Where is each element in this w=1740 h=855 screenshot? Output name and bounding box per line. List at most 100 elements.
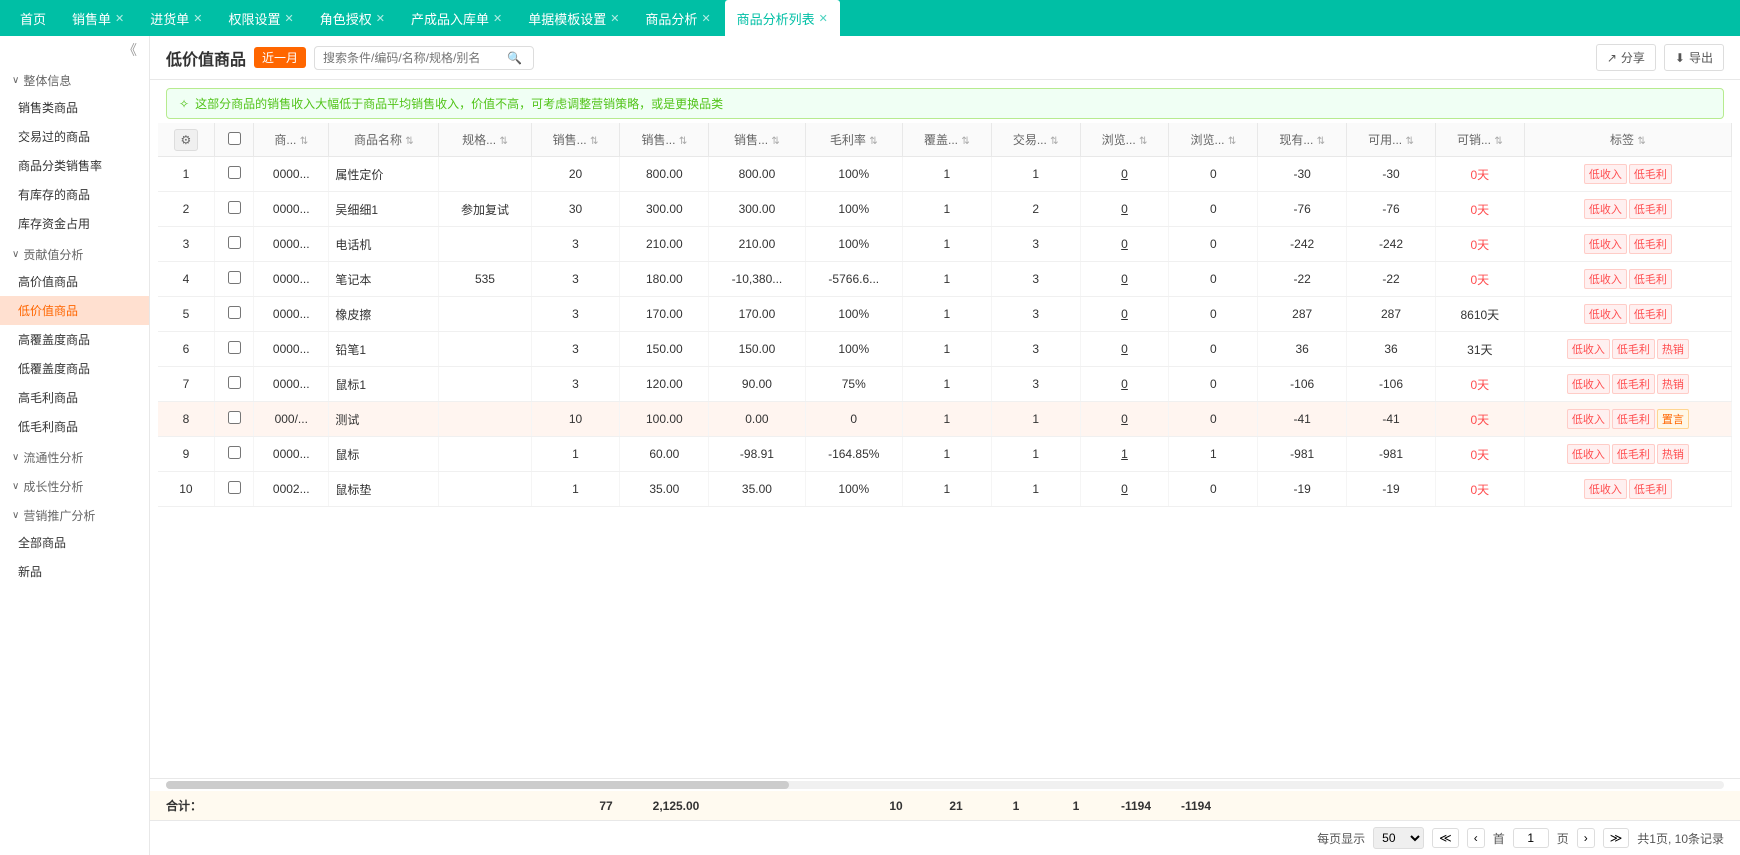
row-checkbox[interactable]: [228, 481, 241, 494]
search-input[interactable]: [323, 51, 503, 65]
select-all-checkbox[interactable]: [228, 132, 241, 145]
th-avail[interactable]: 可用... ⇅: [1347, 123, 1436, 157]
cell-avail: -41: [1347, 402, 1436, 437]
sidebar-item-全部商品[interactable]: 全部商品: [0, 528, 149, 557]
nav-tab-进货单[interactable]: 进货单✕: [138, 0, 214, 36]
per-page-select[interactable]: 50 100 200: [1373, 827, 1424, 849]
sidebar-group-贡献值分析[interactable]: ∨贡献值分析: [0, 238, 149, 267]
nav-tab-商品分析[interactable]: 商品分析✕: [633, 0, 722, 36]
first-page-btn[interactable]: ≪: [1432, 828, 1459, 848]
nav-tab-商品分析列表[interactable]: 商品分析列表✕: [725, 0, 840, 36]
cell-view1[interactable]: 0: [1080, 367, 1169, 402]
table-wrapper[interactable]: ⚙ 商... ⇅ 商品名称 ⇅ 规格... ⇅ 销售... ⇅ 销售... ⇅ …: [150, 123, 1740, 778]
cell-check[interactable]: [214, 437, 253, 472]
sidebar-item-交易过的商品[interactable]: 交易过的商品: [0, 122, 149, 151]
th-spec[interactable]: 规格... ⇅: [439, 123, 531, 157]
nav-tab-角色授权[interactable]: 角色授权✕: [308, 0, 397, 36]
cell-view1[interactable]: 0: [1080, 332, 1169, 367]
share-button[interactable]: ↗ 分享: [1596, 44, 1656, 71]
nav-tab-产成品入库单[interactable]: 产成品入库单✕: [399, 0, 514, 36]
page-input[interactable]: [1513, 828, 1549, 848]
th-gear[interactable]: ⚙: [158, 123, 214, 157]
tab-close-icon[interactable]: ✕: [819, 12, 828, 25]
th-stock[interactable]: 现有... ⇅: [1258, 123, 1347, 157]
prev-page-btn[interactable]: ‹: [1467, 828, 1485, 848]
nav-tab-销售单[interactable]: 销售单✕: [60, 0, 136, 36]
th-checkbox[interactable]: [214, 123, 253, 157]
nav-home[interactable]: 首页: [8, 0, 58, 36]
sidebar-item-有库存的商品[interactable]: 有库存的商品: [0, 180, 149, 209]
th-view2[interactable]: 浏览... ⇅: [1169, 123, 1258, 157]
cell-view1[interactable]: 0: [1080, 157, 1169, 192]
sidebar-item-低毛利商品[interactable]: 低毛利商品: [0, 412, 149, 441]
sidebar-item-商品分类销售率[interactable]: 商品分类销售率: [0, 151, 149, 180]
cell-check[interactable]: [214, 192, 253, 227]
next-page-btn[interactable]: ›: [1577, 828, 1595, 848]
th-view1[interactable]: 浏览... ⇅: [1080, 123, 1169, 157]
row-checkbox[interactable]: [228, 236, 241, 249]
th-s3[interactable]: 销售... ⇅: [709, 123, 805, 157]
sidebar-item-低价值商品[interactable]: 低价值商品: [0, 296, 149, 325]
tab-close-icon[interactable]: ✕: [193, 12, 202, 25]
sidebar-group-整体信息[interactable]: ∨整体信息: [0, 64, 149, 93]
sidebar-item-库存资金占用[interactable]: 库存资金占用: [0, 209, 149, 238]
tab-close-icon[interactable]: ✕: [610, 12, 619, 25]
row-checkbox[interactable]: [228, 201, 241, 214]
sidebar-item-销售类商品[interactable]: 销售类商品: [0, 93, 149, 122]
row-checkbox[interactable]: [228, 446, 241, 459]
th-trade[interactable]: 交易... ⇅: [991, 123, 1080, 157]
th-name[interactable]: 商品名称 ⇅: [329, 123, 439, 157]
cell-view1[interactable]: 0: [1080, 262, 1169, 297]
th-saleable[interactable]: 可销... ⇅: [1435, 123, 1524, 157]
th-s2[interactable]: 销售... ⇅: [620, 123, 709, 157]
sidebar-group-流通性分析[interactable]: ∨流通性分析: [0, 441, 149, 470]
cell-view1[interactable]: 0: [1080, 192, 1169, 227]
th-tags[interactable]: 标签 ⇅: [1524, 123, 1731, 157]
export-button[interactable]: ⬇ 导出: [1664, 44, 1724, 71]
cell-check[interactable]: [214, 472, 253, 507]
sidebar-group-营销推广分析[interactable]: ∨营销推广分析: [0, 499, 149, 528]
th-s1[interactable]: 销售... ⇅: [531, 123, 620, 157]
row-checkbox[interactable]: [228, 411, 241, 424]
cell-view1[interactable]: 1: [1080, 437, 1169, 472]
cell-view1[interactable]: 0: [1080, 472, 1169, 507]
tab-close-icon[interactable]: ✕: [701, 12, 710, 25]
nav-tab-单据模板设置[interactable]: 单据模板设置✕: [516, 0, 631, 36]
tab-close-icon[interactable]: ✕: [285, 12, 294, 25]
time-badge[interactable]: 近一月: [254, 47, 306, 68]
cell-check[interactable]: [214, 157, 253, 192]
row-checkbox[interactable]: [228, 376, 241, 389]
sidebar-item-低覆盖度商品[interactable]: 低覆盖度商品: [0, 354, 149, 383]
tab-close-icon[interactable]: ✕: [115, 12, 124, 25]
row-checkbox[interactable]: [228, 271, 241, 284]
row-checkbox[interactable]: [228, 306, 241, 319]
sidebar-item-高覆盖度商品[interactable]: 高覆盖度商品: [0, 325, 149, 354]
row-checkbox[interactable]: [228, 166, 241, 179]
row-checkbox[interactable]: [228, 341, 241, 354]
cell-check[interactable]: [214, 297, 253, 332]
sidebar-item-高价值商品[interactable]: 高价值商品: [0, 267, 149, 296]
sidebar-collapse-btn[interactable]: 《: [119, 40, 141, 60]
nav-tab-权限设置[interactable]: 权限设置✕: [216, 0, 305, 36]
gear-icon[interactable]: ⚙: [174, 129, 199, 151]
cell-name: 鼠标1: [329, 367, 439, 402]
tab-close-icon[interactable]: ✕: [493, 12, 502, 25]
th-code[interactable]: 商... ⇅: [254, 123, 329, 157]
cell-check[interactable]: [214, 227, 253, 262]
last-page-btn[interactable]: ≫: [1603, 828, 1630, 848]
tab-close-icon[interactable]: ✕: [376, 12, 385, 25]
th-cov[interactable]: 覆盖... ⇅: [902, 123, 991, 157]
cell-s1: 10: [531, 402, 620, 437]
cell-check[interactable]: [214, 402, 253, 437]
total-label: 合计：: [166, 797, 286, 814]
th-rate[interactable]: 毛利率 ⇅: [805, 123, 902, 157]
cell-check[interactable]: [214, 332, 253, 367]
cell-view1[interactable]: 0: [1080, 402, 1169, 437]
cell-check[interactable]: [214, 367, 253, 402]
sidebar-group-成长性分析[interactable]: ∨成长性分析: [0, 470, 149, 499]
cell-view1[interactable]: 0: [1080, 297, 1169, 332]
sidebar-item-新品[interactable]: 新品: [0, 557, 149, 586]
cell-check[interactable]: [214, 262, 253, 297]
cell-view1[interactable]: 0: [1080, 227, 1169, 262]
sidebar-item-高毛利商品[interactable]: 高毛利商品: [0, 383, 149, 412]
